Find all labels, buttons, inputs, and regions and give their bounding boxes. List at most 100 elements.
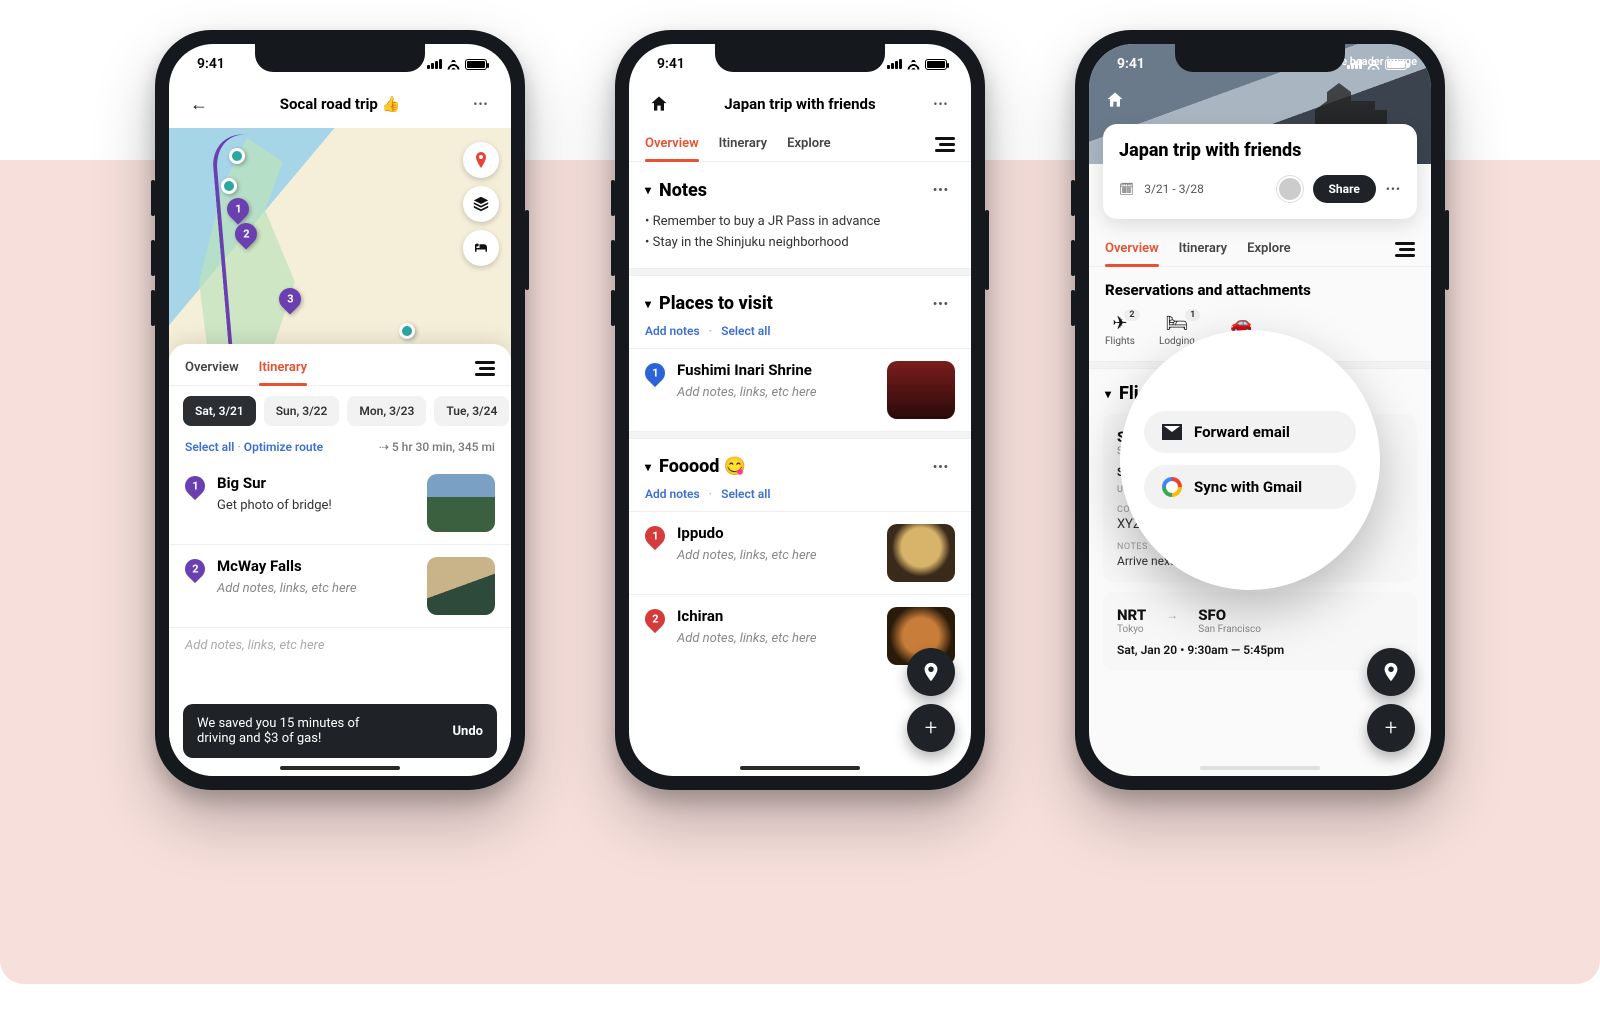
menu-button[interactable]	[1395, 242, 1415, 257]
chevron-down-icon[interactable]: ▾	[645, 460, 651, 474]
more-button[interactable]	[467, 90, 495, 118]
avatar[interactable]	[1277, 176, 1303, 202]
date-chip[interactable]: Sat, 3/21	[183, 396, 256, 426]
note-line: Stay in the Shinjuku neighborhood	[653, 235, 849, 250]
poi-item[interactable]: 1 Ippudo Add notes, links, etc here	[629, 512, 971, 594]
forward-email-option[interactable]: Forward email	[1144, 411, 1356, 453]
res-lodging[interactable]: 🛏1 Lodging	[1159, 313, 1195, 347]
arrow-icon: →	[1166, 608, 1178, 622]
battery-icon	[1385, 59, 1407, 70]
sync-gmail-option[interactable]: Sync with Gmail	[1144, 465, 1356, 509]
route-icon: ⇢	[379, 440, 389, 454]
poi-note-placeholder[interactable]: Add notes, links, etc here	[677, 631, 875, 646]
option-label: Sync with Gmail	[1194, 478, 1302, 496]
lodging-button[interactable]	[463, 230, 499, 266]
select-all-link[interactable]: Select all	[721, 324, 770, 338]
section-more-button[interactable]	[927, 176, 955, 204]
bed-icon: 🛏1	[1165, 313, 1188, 334]
signal-icon	[427, 59, 442, 69]
tab-overview[interactable]: Overview	[1105, 233, 1159, 266]
poi-number: 1	[652, 529, 658, 542]
date-picker: Sat, 3/21 Sun, 3/22 Mon, 3/23 Tue, 3/24 …	[169, 386, 511, 436]
menu-button[interactable]	[475, 361, 495, 376]
map-fab[interactable]	[1367, 648, 1415, 696]
poi-note-placeholder[interactable]: Add notes, links, etc here	[677, 385, 875, 400]
option-label: Forward email	[1194, 423, 1290, 441]
route-meta: 5 hr 30 min, 345 mi	[392, 440, 495, 454]
status-time: 9:41	[657, 56, 685, 72]
signal-icon	[887, 59, 902, 69]
poi-name: Ichiran	[677, 607, 875, 625]
map-fab[interactable]	[907, 648, 955, 696]
date-chip[interactable]: Sun, 3/22	[264, 396, 340, 426]
poi-item[interactable]: 1 Fushimi Inari Shrine Add notes, links,…	[629, 349, 971, 431]
calendar-icon: 🗓	[1119, 182, 1134, 196]
chevron-down-icon[interactable]: ▾	[1105, 387, 1111, 401]
chevron-down-icon[interactable]: ▾	[645, 183, 651, 197]
section-title-reservations: Reservations and attachments	[1089, 267, 1431, 303]
page-title: Socal road trip 👍	[213, 95, 467, 113]
menu-button[interactable]	[935, 137, 955, 152]
section-more-button[interactable]	[927, 453, 955, 481]
poi-thumbnail	[427, 474, 495, 532]
tab-explore[interactable]: Explore	[787, 128, 831, 161]
trip-card: Japan trip with friends 🗓 3/21 - 3/28 Sh…	[1103, 124, 1417, 219]
chevron-down-icon[interactable]: ▾	[645, 297, 651, 311]
map-view[interactable]: 1 2 3 4	[169, 128, 511, 378]
select-all-link[interactable]: Select all	[185, 440, 234, 454]
add-notes-link[interactable]: Add notes	[645, 487, 700, 501]
signal-icon	[1347, 59, 1362, 69]
more-button[interactable]	[927, 90, 955, 118]
poi-thumbnail	[427, 557, 495, 615]
optimize-route-link[interactable]: Optimize route	[244, 440, 323, 454]
google-icon	[1162, 477, 1182, 497]
plane-icon: ✈2	[1112, 313, 1127, 334]
section-title-notes: Notes	[659, 180, 707, 201]
select-all-link[interactable]: Select all	[721, 487, 770, 501]
envelope-icon	[1162, 424, 1182, 440]
poi-name: McWay Falls	[217, 557, 415, 575]
add-fab[interactable]: +	[1367, 704, 1415, 752]
home-button[interactable]	[1105, 90, 1125, 114]
tab-itinerary[interactable]: Itinerary	[719, 128, 767, 161]
poi-thumbnail	[887, 361, 955, 419]
date-chip[interactable]: Tue, 3/24	[434, 396, 509, 426]
undo-button[interactable]: Undo	[452, 724, 483, 739]
section-title-food: Fooood 😋	[659, 456, 746, 477]
poi-number: 1	[652, 366, 658, 379]
section-more-button[interactable]	[927, 290, 955, 318]
tab-explore[interactable]: Explore	[1247, 233, 1291, 266]
tab-overview[interactable]: Overview	[645, 128, 699, 161]
wifi-icon	[446, 59, 461, 70]
notes-content[interactable]: • Remember to buy a JR Pass in advance •…	[629, 210, 971, 268]
poi-name: Fushimi Inari Shrine	[677, 361, 875, 379]
more-button[interactable]	[1386, 182, 1401, 196]
back-button[interactable]: ←	[185, 90, 213, 118]
to-code: SFO	[1198, 606, 1261, 624]
share-button[interactable]: Share	[1313, 175, 1376, 203]
res-flights[interactable]: ✈2 Flights	[1105, 313, 1135, 347]
layers-button[interactable]	[463, 186, 499, 222]
add-notes-link[interactable]: Add notes	[645, 324, 700, 338]
wifi-icon	[1366, 59, 1381, 70]
tab-itinerary[interactable]: Itinerary	[259, 352, 307, 385]
from-code: NRT	[1117, 606, 1146, 624]
add-fab[interactable]: +	[907, 704, 955, 752]
poi-item[interactable]: 1 Big Sur Get photo of bridge!	[169, 462, 511, 544]
map-provider-button[interactable]	[463, 142, 499, 178]
tab-itinerary[interactable]: Itinerary	[1179, 233, 1227, 266]
poi-item[interactable]: 2 McWay Falls Add notes, links, etc here	[169, 545, 511, 627]
import-options-callout: Forward email Sync with Gmail	[1120, 330, 1380, 590]
poi-note: Get photo of bridge!	[217, 498, 415, 513]
poi-number: 2	[652, 612, 658, 625]
status-time: 9:41	[197, 56, 225, 72]
poi-note-placeholder[interactable]: Add notes, links, etc here	[169, 628, 511, 663]
tab-overview[interactable]: Overview	[185, 352, 239, 385]
note-line: Remember to buy a JR Pass in advance	[653, 214, 881, 229]
wifi-icon	[906, 59, 921, 70]
poi-note-placeholder[interactable]: Add notes, links, etc here	[217, 581, 415, 596]
home-button[interactable]	[645, 90, 673, 118]
date-chip[interactable]: Mon, 3/23	[347, 396, 426, 426]
toast-message: We saved you 15 minutes of driving and $…	[197, 716, 397, 746]
poi-note-placeholder[interactable]: Add notes, links, etc here	[677, 548, 875, 563]
